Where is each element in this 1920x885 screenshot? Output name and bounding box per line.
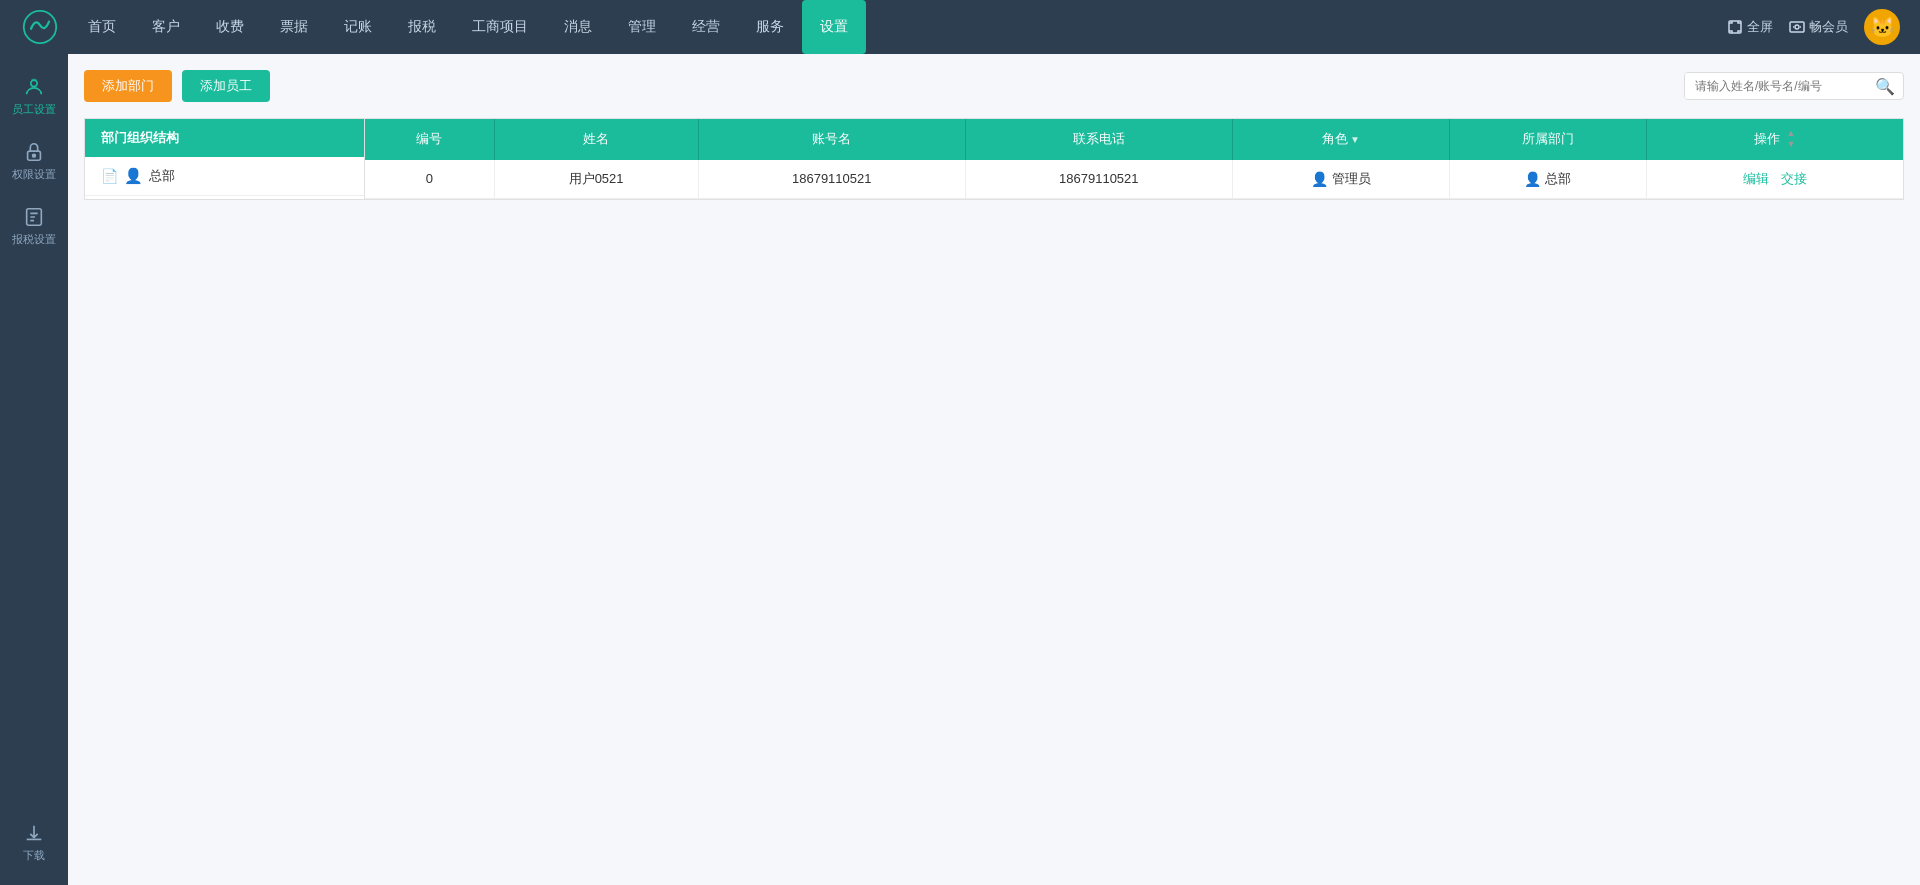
nav-item-设置[interactable]: 设置 [802,0,866,54]
nav-item-客户[interactable]: 客户 [134,0,198,54]
role-person-icon: 👤 [1311,171,1328,187]
nav-item-首页[interactable]: 首页 [70,0,134,54]
dept-label: 总部 [1545,170,1571,188]
nav-item-票据[interactable]: 票据 [262,0,326,54]
folder-icon: 📄 [101,168,118,184]
col-header-dept: 所属部门 [1449,119,1646,160]
logo [10,0,70,54]
svg-point-4 [31,80,37,86]
svg-rect-5 [31,79,37,81]
nav-item-报税[interactable]: 报税 [390,0,454,54]
col-header-account: 账号名 [698,119,965,160]
nav-item-记账[interactable]: 记账 [326,0,390,54]
cell-id: 0 [365,160,494,199]
col-header-phone: 联系电话 [965,119,1232,160]
nav-item-经营[interactable]: 经营 [674,0,738,54]
col-header-id: 编号 [365,119,494,160]
search-button[interactable]: 🔍 [1867,77,1903,96]
cell-actions: 编辑交接 [1646,160,1903,199]
add-employee-button[interactable]: 添加员工 [182,70,270,102]
nav-item-工商项目[interactable]: 工商项目 [454,0,546,54]
sidebar-item-download[interactable]: 下载 [0,810,68,875]
sidebar-label-employee: 员工设置 [12,102,56,117]
add-dept-button[interactable]: 添加部门 [84,70,172,102]
nav-items: 首页客户收费票据记账报税工商项目消息管理经营服务设置 [70,0,1727,54]
toolbar: 添加部门 添加员工 🔍 [84,70,1904,102]
col-header-action: 操作 ▲ ▼ [1646,119,1903,160]
nav-item-管理[interactable]: 管理 [610,0,674,54]
panel-layout: 部门组织结构 📄 👤 总部 编号 姓名 账号名 联系电话 [84,118,1904,200]
sidebar: 员工设置 权限设置 报税设置 下载 [0,54,68,885]
fullscreen-button[interactable]: 全屏 [1727,18,1773,36]
nav-right: 全屏 畅会员 🐱 [1727,9,1900,45]
member-button[interactable]: 畅会员 [1789,18,1848,36]
role-label: 管理员 [1332,170,1371,188]
action-编辑[interactable]: 编辑 [1743,171,1769,186]
col-header-name: 姓名 [494,119,698,160]
svg-point-7 [33,154,36,157]
top-nav: 首页客户收费票据记账报税工商项目消息管理经营服务设置 全屏 畅会员 🐱 [0,0,1920,54]
svg-point-3 [1795,25,1799,29]
table-header-row: 编号 姓名 账号名 联系电话 角色 ▼ 所属部门 [365,119,1903,160]
sidebar-label-tax: 报税设置 [12,232,56,247]
member-label: 畅会员 [1809,18,1848,36]
org-panel: 部门组织结构 📄 👤 总部 [85,119,365,199]
action-交接[interactable]: 交接 [1781,171,1807,186]
org-panel-header: 部门组织结构 [85,119,364,157]
table-panel: 编号 姓名 账号名 联系电话 角色 ▼ 所属部门 [365,119,1903,199]
cell-dept: 👤 总部 [1449,160,1646,199]
cell-name: 用户0521 [494,160,698,199]
nav-item-消息[interactable]: 消息 [546,0,610,54]
table-row: 0 用户0521 18679110521 18679110521 👤 管理员 👤… [365,160,1903,199]
cell-phone: 18679110521 [965,160,1232,199]
nav-item-收费[interactable]: 收费 [198,0,262,54]
role-filter[interactable]: 角色 ▼ [1322,130,1360,148]
person-icon: 👤 [124,167,143,185]
sidebar-item-employee[interactable]: 员工设置 [0,64,68,129]
org-tree-item[interactable]: 📄 👤 总部 [85,157,364,196]
avatar[interactable]: 🐱 [1864,9,1900,45]
sidebar-item-tax[interactable]: 报税设置 [0,194,68,259]
main-layout: 员工设置 权限设置 报税设置 下载 [0,54,1920,885]
svg-rect-2 [1790,22,1804,32]
org-item-label: 总部 [149,167,175,185]
fullscreen-label: 全屏 [1747,18,1773,36]
sidebar-item-permission[interactable]: 权限设置 [0,129,68,194]
employee-table: 编号 姓名 账号名 联系电话 角色 ▼ 所属部门 [365,119,1903,199]
dept-person-icon: 👤 [1524,171,1541,187]
cell-role: 👤 管理员 [1232,160,1449,199]
filter-icon: ▼ [1350,134,1360,145]
sidebar-label-permission: 权限设置 [12,167,56,182]
search-input[interactable] [1685,73,1867,99]
content-area: 添加部门 添加员工 🔍 部门组织结构 📄 👤 总部 [68,54,1920,885]
search-box: 🔍 [1684,72,1904,100]
sidebar-label-download: 下载 [23,848,45,863]
nav-item-服务[interactable]: 服务 [738,0,802,54]
cell-account: 18679110521 [698,160,965,199]
scroll-arrows: ▲ ▼ [1786,129,1795,150]
col-header-role: 角色 ▼ [1232,119,1449,160]
